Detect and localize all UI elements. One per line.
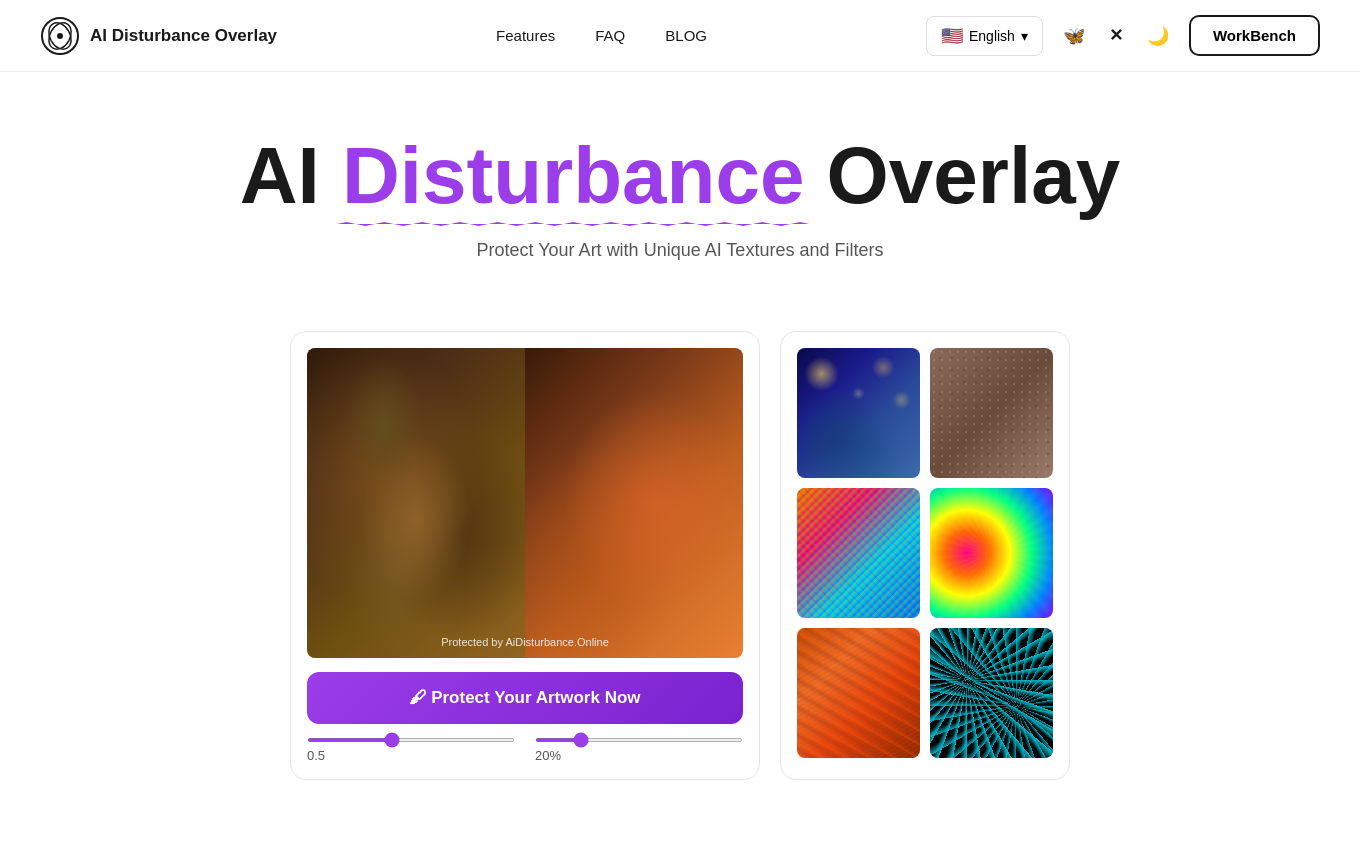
artwork-panel: Protected by AiDisturbance.Online 🖌 Prot… xyxy=(290,331,760,780)
nav-link-features[interactable]: Features xyxy=(496,27,555,44)
hero-title-ai: AI xyxy=(240,131,342,220)
nav-link-blog[interactable]: BLOG xyxy=(665,27,707,44)
chevron-down-icon: ▾ xyxy=(1021,28,1028,44)
texture-orange-abstract[interactable] xyxy=(797,628,920,758)
texture-rainbow-swirl[interactable] xyxy=(930,488,1053,618)
protect-btn-label: 🖌 Protect Your Artwork Now xyxy=(409,688,640,708)
navbar-links: Features FAQ BLOG xyxy=(496,27,707,44)
slider-2-value: 20% xyxy=(535,748,743,763)
texture-starry-night[interactable] xyxy=(797,348,920,478)
artwork-original xyxy=(307,348,525,658)
logo-icon xyxy=(40,16,80,56)
artwork-protected xyxy=(525,348,743,658)
dark-mode-toggle[interactable]: 🌙 xyxy=(1143,21,1173,51)
svg-point-3 xyxy=(57,33,63,39)
watermark-text: Protected by AiDisturbance.Online xyxy=(441,636,609,648)
sliders-container: 0.5 20% xyxy=(307,738,743,763)
twitter-x-icon-button[interactable]: ✕ xyxy=(1105,21,1127,50)
hero-subtitle: Protect Your Art with Unique AI Textures… xyxy=(20,240,1340,261)
texture-pointillist[interactable] xyxy=(930,348,1053,478)
language-label: English xyxy=(969,28,1015,44)
texture-panel xyxy=(780,331,1070,780)
texture-colorful-noise[interactable] xyxy=(797,488,920,618)
hero-section: AI Disturbance Overlay Protect Your Art … xyxy=(0,72,1360,331)
opacity-slider[interactable] xyxy=(535,738,743,742)
main-content: Protected by AiDisturbance.Online 🖌 Prot… xyxy=(270,331,1090,780)
texture-grid xyxy=(797,348,1053,758)
hero-title-overlay: Overlay xyxy=(804,131,1120,220)
slider-1-value: 0.5 xyxy=(307,748,515,763)
navbar-brand-section: AI Disturbance Overlay xyxy=(40,16,277,56)
language-selector[interactable]: 🇺🇸 English ▾ xyxy=(926,16,1043,56)
navbar: AI Disturbance Overlay Features FAQ BLOG… xyxy=(0,0,1360,72)
brand-name: AI Disturbance Overlay xyxy=(90,26,277,46)
artwork-comparison: Protected by AiDisturbance.Online xyxy=(307,348,743,658)
workbench-button[interactable]: WorkBench xyxy=(1189,15,1320,56)
slider-group-2: 20% xyxy=(535,738,743,763)
texture-black-swirl[interactable] xyxy=(930,628,1053,758)
navbar-actions: 🇺🇸 English ▾ 🦋 ✕ 🌙 WorkBench xyxy=(926,15,1320,56)
butterfly-icon-button[interactable]: 🦋 xyxy=(1059,21,1089,51)
artwork-figure-original xyxy=(307,348,525,658)
hero-title-disturbance: Disturbance xyxy=(342,132,804,220)
nav-link-faq[interactable]: FAQ xyxy=(595,27,625,44)
hero-title: AI Disturbance Overlay xyxy=(20,132,1340,220)
intensity-slider[interactable] xyxy=(307,738,515,742)
protect-artwork-button[interactable]: 🖌 Protect Your Artwork Now xyxy=(307,672,743,724)
slider-group-1: 0.5 xyxy=(307,738,515,763)
flag-icon: 🇺🇸 xyxy=(941,25,963,47)
